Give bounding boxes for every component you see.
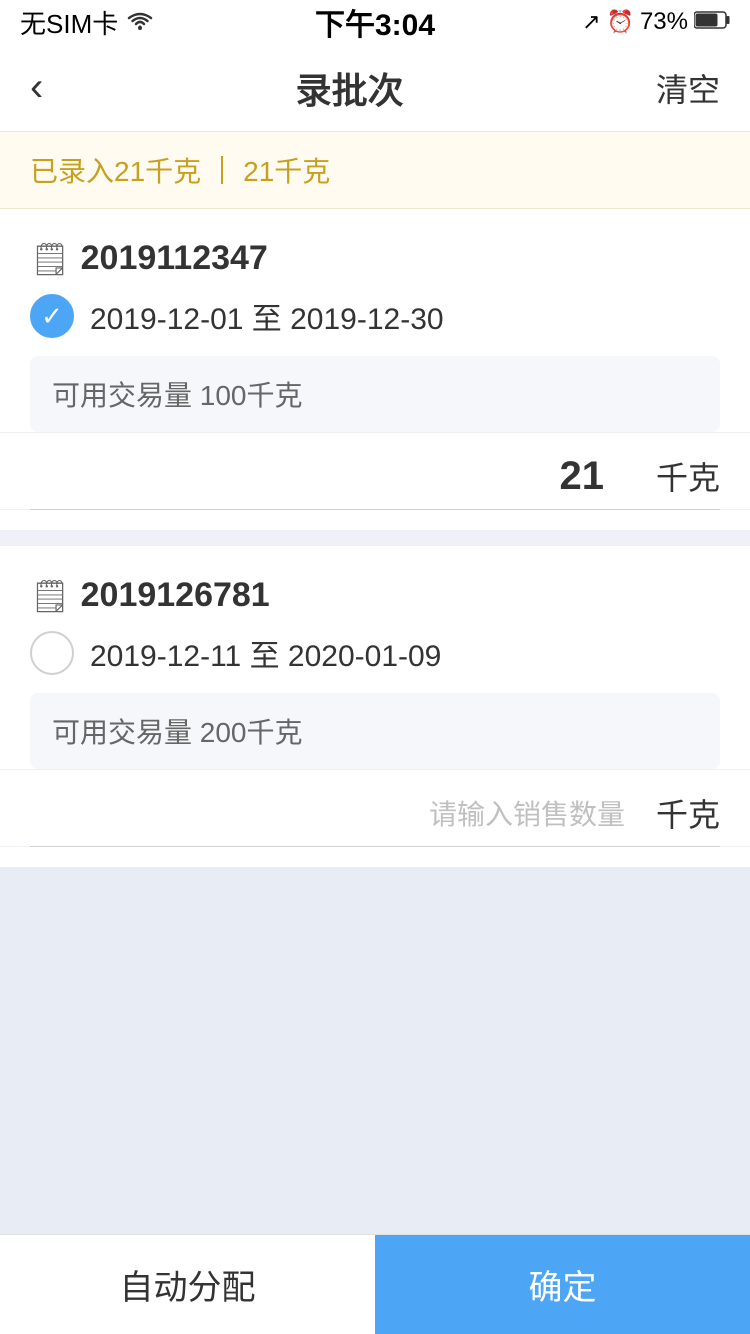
- batch1-available-text: 可用交易量 100千克: [52, 380, 303, 411]
- batch1-qty-row: 21 千克: [0, 432, 750, 509]
- page-title: 录批次: [296, 62, 404, 114]
- batch2-header: 🗒 2019126781: [30, 576, 720, 615]
- summary-label: 已录入21千克: [30, 150, 201, 190]
- auto-distribute-button[interactable]: 自动分配: [0, 1235, 375, 1334]
- carrier-text: 无SIM卡: [20, 4, 118, 41]
- status-right: ↗ ⏰ 73%: [582, 8, 730, 36]
- summary-divider: [221, 156, 223, 184]
- clear-button[interactable]: 清空: [656, 65, 720, 111]
- batch1-qty-value: 21: [559, 454, 604, 499]
- location-icon: ↗: [582, 9, 600, 35]
- summary-value: 21千克: [243, 150, 330, 190]
- batch2-input-row: 千克: [0, 769, 750, 846]
- status-time: 下午3:04: [315, 0, 435, 44]
- batch1-icon: 🗒: [30, 240, 71, 278]
- status-bar: 无SIM卡 下午3:04 ↗ ⏰ 73%: [0, 0, 750, 44]
- battery-percentage: 73%: [640, 8, 688, 36]
- batch2-date: 2019-12-11 至 2020-01-09: [90, 631, 441, 675]
- batch2-available: 可用交易量 200千克: [30, 693, 720, 769]
- batch-card-1: 🗒 2019112347 ✓ 2019-12-01 至 2019-12-30 可…: [0, 209, 750, 432]
- batch1-available: 可用交易量 100千克: [30, 356, 720, 432]
- batch1-qty-unit: 千克: [656, 453, 720, 499]
- batch1-date: 2019-12-01 至 2019-12-30: [90, 294, 444, 338]
- batch2-icon: 🗒: [30, 577, 71, 615]
- content-area: 🗒 2019112347 ✓ 2019-12-01 至 2019-12-30 可…: [0, 209, 750, 1311]
- nav-bar: ‹ 录批次 清空: [0, 44, 750, 132]
- wifi-icon: [126, 7, 154, 38]
- batch2-available-text: 可用交易量 200千克: [52, 717, 303, 748]
- batch2-id: 2019126781: [81, 576, 270, 615]
- batch2-qty-input[interactable]: [220, 795, 640, 832]
- batch1-header: 🗒 2019112347: [30, 239, 720, 278]
- batch-card-2: 🗒 2019126781 2019-12-11 至 2020-01-09 可用交…: [0, 546, 750, 769]
- batch1-check-icon: ✓: [41, 303, 63, 329]
- battery-icon: [694, 8, 730, 36]
- alarm-icon: ⏰: [607, 9, 634, 35]
- batch1-id: 2019112347: [81, 239, 268, 278]
- batch1-radio[interactable]: ✓: [30, 294, 74, 338]
- batch1-card-bottom: [0, 510, 750, 530]
- section-divider-1: [0, 530, 750, 546]
- batch2-radio[interactable]: [30, 631, 74, 675]
- bottom-bar: 自动分配 确定: [0, 1234, 750, 1334]
- batch2-input-unit: 千克: [656, 790, 720, 836]
- confirm-button[interactable]: 确定: [375, 1235, 750, 1334]
- summary-banner: 已录入21千克 21千克: [0, 132, 750, 209]
- back-button[interactable]: ‹: [30, 65, 43, 110]
- status-carrier: 无SIM卡: [20, 4, 154, 41]
- batch2-card-bottom: [0, 847, 750, 867]
- batch1-date-row[interactable]: ✓ 2019-12-01 至 2019-12-30: [30, 294, 720, 338]
- batch2-date-row[interactable]: 2019-12-11 至 2020-01-09: [30, 631, 720, 675]
